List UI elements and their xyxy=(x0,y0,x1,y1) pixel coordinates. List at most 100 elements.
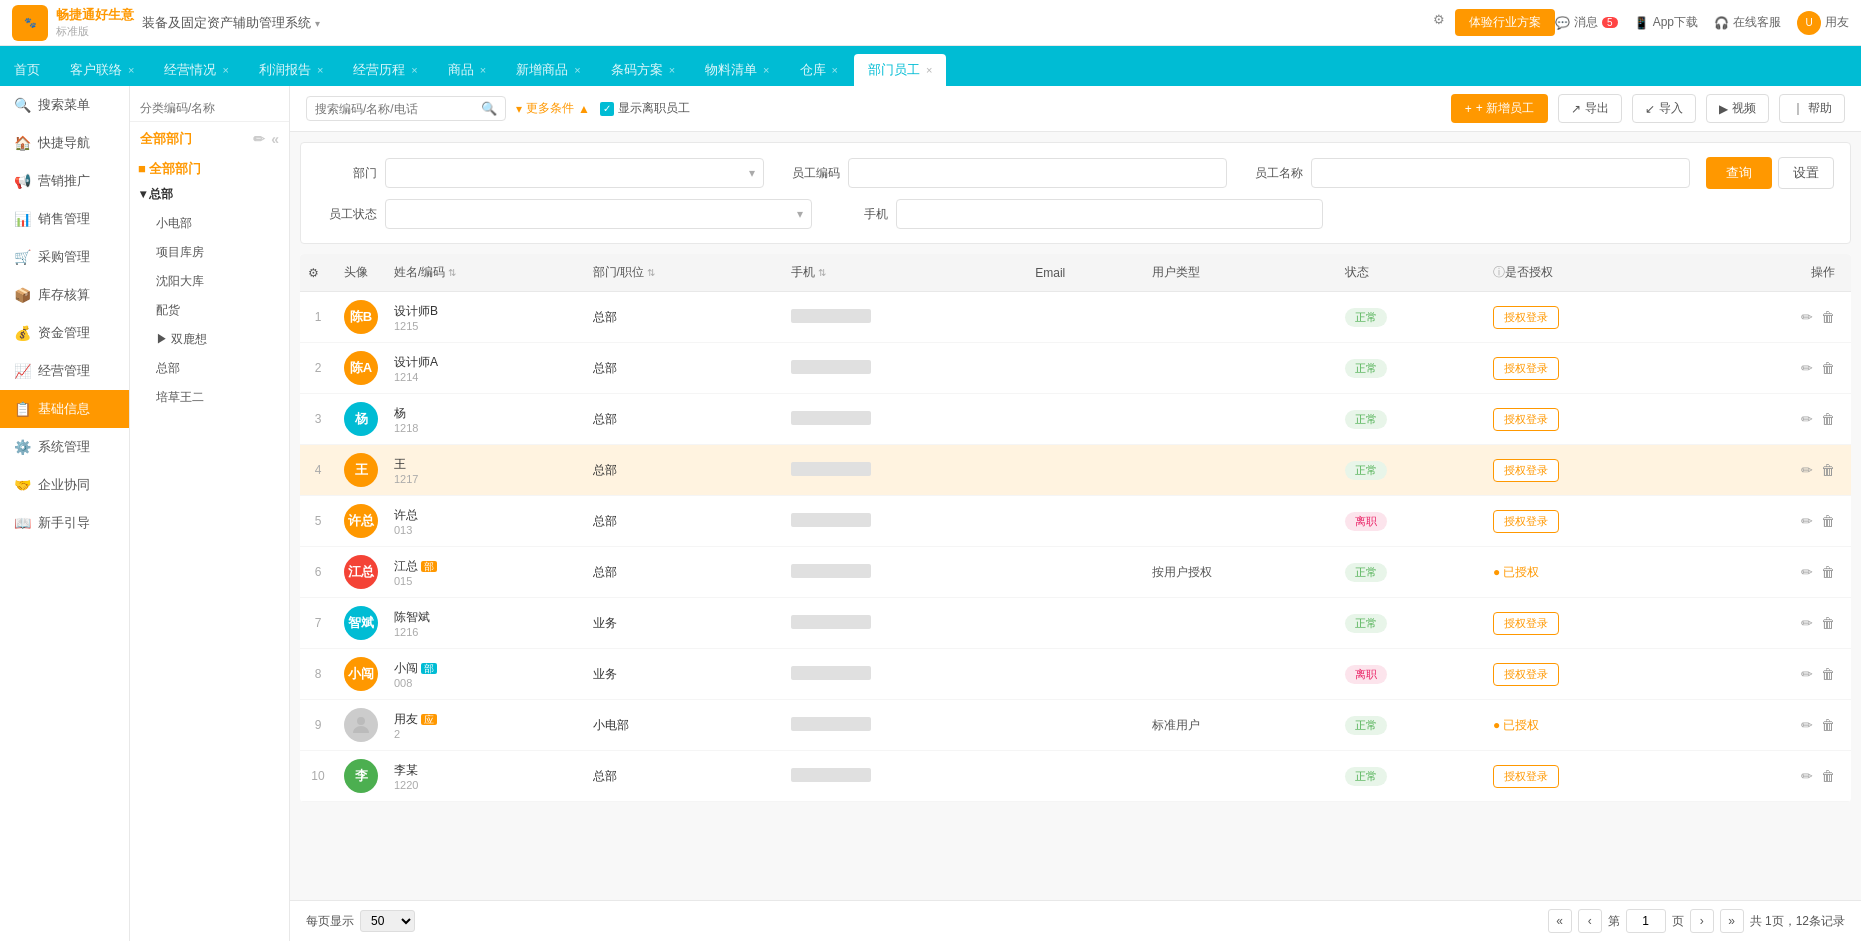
gear-settings-icon[interactable]: ⚙ xyxy=(1433,12,1455,34)
tab-close-goods[interactable]: × xyxy=(480,64,486,76)
tab-close-customer[interactable]: × xyxy=(128,64,134,76)
dept-edit-icon[interactable]: ✏ xyxy=(253,131,265,147)
sidebar-item-shortcut[interactable]: 🏠 快捷导航 xyxy=(0,124,129,162)
tab-close-barcode[interactable]: × xyxy=(669,64,675,76)
tab-home[interactable]: 首页 xyxy=(0,54,54,86)
edit-button[interactable]: ✏ xyxy=(1797,460,1817,480)
dept-node-shuangliuxiang[interactable]: ▶ 双鹿想 xyxy=(130,325,289,354)
more-filters-btn[interactable]: ▾ 更多条件 ▲ xyxy=(516,100,590,117)
sidebar-item-system[interactable]: ⚙️ 系统管理 xyxy=(0,428,129,466)
dept-node-zongbu2[interactable]: 总部 xyxy=(130,354,289,383)
auth-login-button[interactable]: 授权登录 xyxy=(1493,357,1559,380)
delete-button[interactable]: 🗑 xyxy=(1817,562,1839,582)
auth-login-button[interactable]: 授权登录 xyxy=(1493,306,1559,329)
tab-customer[interactable]: 客户联络 × xyxy=(56,54,148,86)
delete-button[interactable]: 🗑 xyxy=(1817,358,1839,378)
sidebar-item-basic[interactable]: 📋 基础信息 xyxy=(0,390,129,428)
tab-close-history[interactable]: × xyxy=(411,64,417,76)
sidebar-item-operations[interactable]: 📈 经营管理 xyxy=(0,352,129,390)
tab-history[interactable]: 经营历程 × xyxy=(339,54,431,86)
emp-name-input[interactable] xyxy=(1311,158,1690,188)
show-resigned-checkbox[interactable]: ✓ 显示离职员工 xyxy=(600,100,690,117)
employee-search-input[interactable] xyxy=(315,102,475,116)
search-submit-icon[interactable]: 🔍 xyxy=(481,101,497,116)
sidebar-item-collab[interactable]: 🤝 企业协同 xyxy=(0,466,129,504)
tab-close-new-goods[interactable]: × xyxy=(574,64,580,76)
prev-page-btn[interactable]: ‹ xyxy=(1578,909,1602,933)
auth-login-button[interactable]: 授权登录 xyxy=(1493,459,1559,482)
next-page-btn[interactable]: › xyxy=(1690,909,1714,933)
tab-goods[interactable]: 商品 × xyxy=(434,54,500,86)
first-page-btn[interactable]: « xyxy=(1548,909,1572,933)
tab-close-operations[interactable]: × xyxy=(222,64,228,76)
dept-select[interactable]: ▾ xyxy=(385,158,764,188)
dept-node-peihuo[interactable]: 配货 xyxy=(130,296,289,325)
user-btn[interactable]: U 用友 xyxy=(1797,11,1849,35)
col-dept[interactable]: 部门/职位 xyxy=(585,254,784,292)
edit-button[interactable]: ✏ xyxy=(1797,613,1817,633)
auth-login-button[interactable]: 授权登录 xyxy=(1493,510,1559,533)
tab-close-dept[interactable]: × xyxy=(926,64,932,76)
tab-new-goods[interactable]: 新增商品 × xyxy=(502,54,594,86)
emp-code-input[interactable] xyxy=(848,158,1227,188)
delete-button[interactable]: 🗑 xyxy=(1817,460,1839,480)
help-button[interactable]: ｜ 帮助 xyxy=(1779,94,1845,123)
edit-button[interactable]: ✏ xyxy=(1797,409,1817,429)
dept-node-xiangmukufang[interactable]: 项目库房 xyxy=(130,238,289,267)
experience-button[interactable]: 体验行业方案 xyxy=(1455,9,1555,36)
edit-button[interactable]: ✏ xyxy=(1797,511,1817,531)
app-download-btn[interactable]: 📱 App下载 xyxy=(1634,14,1698,31)
dept-node-zongbu-parent[interactable]: ▾ 总部 xyxy=(130,180,289,209)
edit-button[interactable]: ✏ xyxy=(1797,358,1817,378)
edit-button[interactable]: ✏ xyxy=(1797,766,1817,786)
auth-login-button[interactable]: 授权登录 xyxy=(1493,612,1559,635)
phone-input[interactable] xyxy=(896,199,1323,229)
delete-button[interactable]: 🗑 xyxy=(1817,307,1839,327)
edit-button[interactable]: ✏ xyxy=(1797,664,1817,684)
tab-bom[interactable]: 物料清单 × xyxy=(691,54,783,86)
tab-profit[interactable]: 利润报告 × xyxy=(245,54,337,86)
tab-close-profit[interactable]: × xyxy=(317,64,323,76)
settings-button[interactable]: 设置 xyxy=(1778,157,1834,189)
col-name[interactable]: 姓名/编码 xyxy=(386,254,585,292)
online-service-btn[interactable]: 🎧 在线客服 xyxy=(1714,14,1781,31)
delete-button[interactable]: 🗑 xyxy=(1817,511,1839,531)
dept-root-label[interactable]: 全部部门 xyxy=(140,130,192,148)
edit-button[interactable]: ✏ xyxy=(1797,307,1817,327)
dept-collapse-icon[interactable]: « xyxy=(271,131,279,147)
auth-login-button[interactable]: 授权登录 xyxy=(1493,663,1559,686)
auth-login-button[interactable]: 授权登录 xyxy=(1493,408,1559,431)
query-button[interactable]: 查询 xyxy=(1706,157,1772,189)
tab-close-warehouse[interactable]: × xyxy=(832,64,838,76)
tab-barcode[interactable]: 条码方案 × xyxy=(597,54,689,86)
sidebar-item-finance[interactable]: 💰 资金管理 xyxy=(0,314,129,352)
sidebar-item-search[interactable]: 🔍 搜索菜单 xyxy=(0,86,129,124)
add-employee-button[interactable]: + + 新增员工 xyxy=(1451,94,1548,123)
delete-button[interactable]: 🗑 xyxy=(1817,715,1839,735)
edit-button[interactable]: ✏ xyxy=(1797,562,1817,582)
dept-search-input[interactable] xyxy=(140,101,290,115)
col-settings[interactable]: ⚙ xyxy=(300,254,336,292)
emp-status-select[interactable]: ▾ xyxy=(385,199,812,229)
delete-button[interactable]: 🗑 xyxy=(1817,766,1839,786)
edit-button[interactable]: ✏ xyxy=(1797,715,1817,735)
tab-dept-employee[interactable]: 部门员工 × xyxy=(854,54,946,86)
col-phone[interactable]: 手机 xyxy=(783,254,1027,292)
delete-button[interactable]: 🗑 xyxy=(1817,613,1839,633)
auth-login-button[interactable]: 授权登录 xyxy=(1493,765,1559,788)
delete-button[interactable]: 🗑 xyxy=(1817,409,1839,429)
delete-button[interactable]: 🗑 xyxy=(1817,664,1839,684)
sidebar-item-inventory[interactable]: 📦 库存核算 xyxy=(0,276,129,314)
view-button[interactable]: ▶ 视频 xyxy=(1706,94,1769,123)
export-button[interactable]: ↗ 导出 xyxy=(1558,94,1622,123)
import-button[interactable]: ↙ 导入 xyxy=(1632,94,1696,123)
sidebar-item-guide[interactable]: 📖 新手引导 xyxy=(0,504,129,542)
tab-operations[interactable]: 经营情况 × xyxy=(150,54,242,86)
page-number-input[interactable] xyxy=(1626,909,1666,933)
system-title-dropdown[interactable]: ▾ xyxy=(315,18,320,29)
tab-warehouse[interactable]: 仓库 × xyxy=(786,54,852,86)
sidebar-item-sales[interactable]: 📊 销售管理 xyxy=(0,200,129,238)
last-page-btn[interactable]: » xyxy=(1720,909,1744,933)
dept-node-shenyangdashu[interactable]: 沈阳大库 xyxy=(130,267,289,296)
dept-node-xiaodiandu[interactable]: 小电部 xyxy=(130,209,289,238)
